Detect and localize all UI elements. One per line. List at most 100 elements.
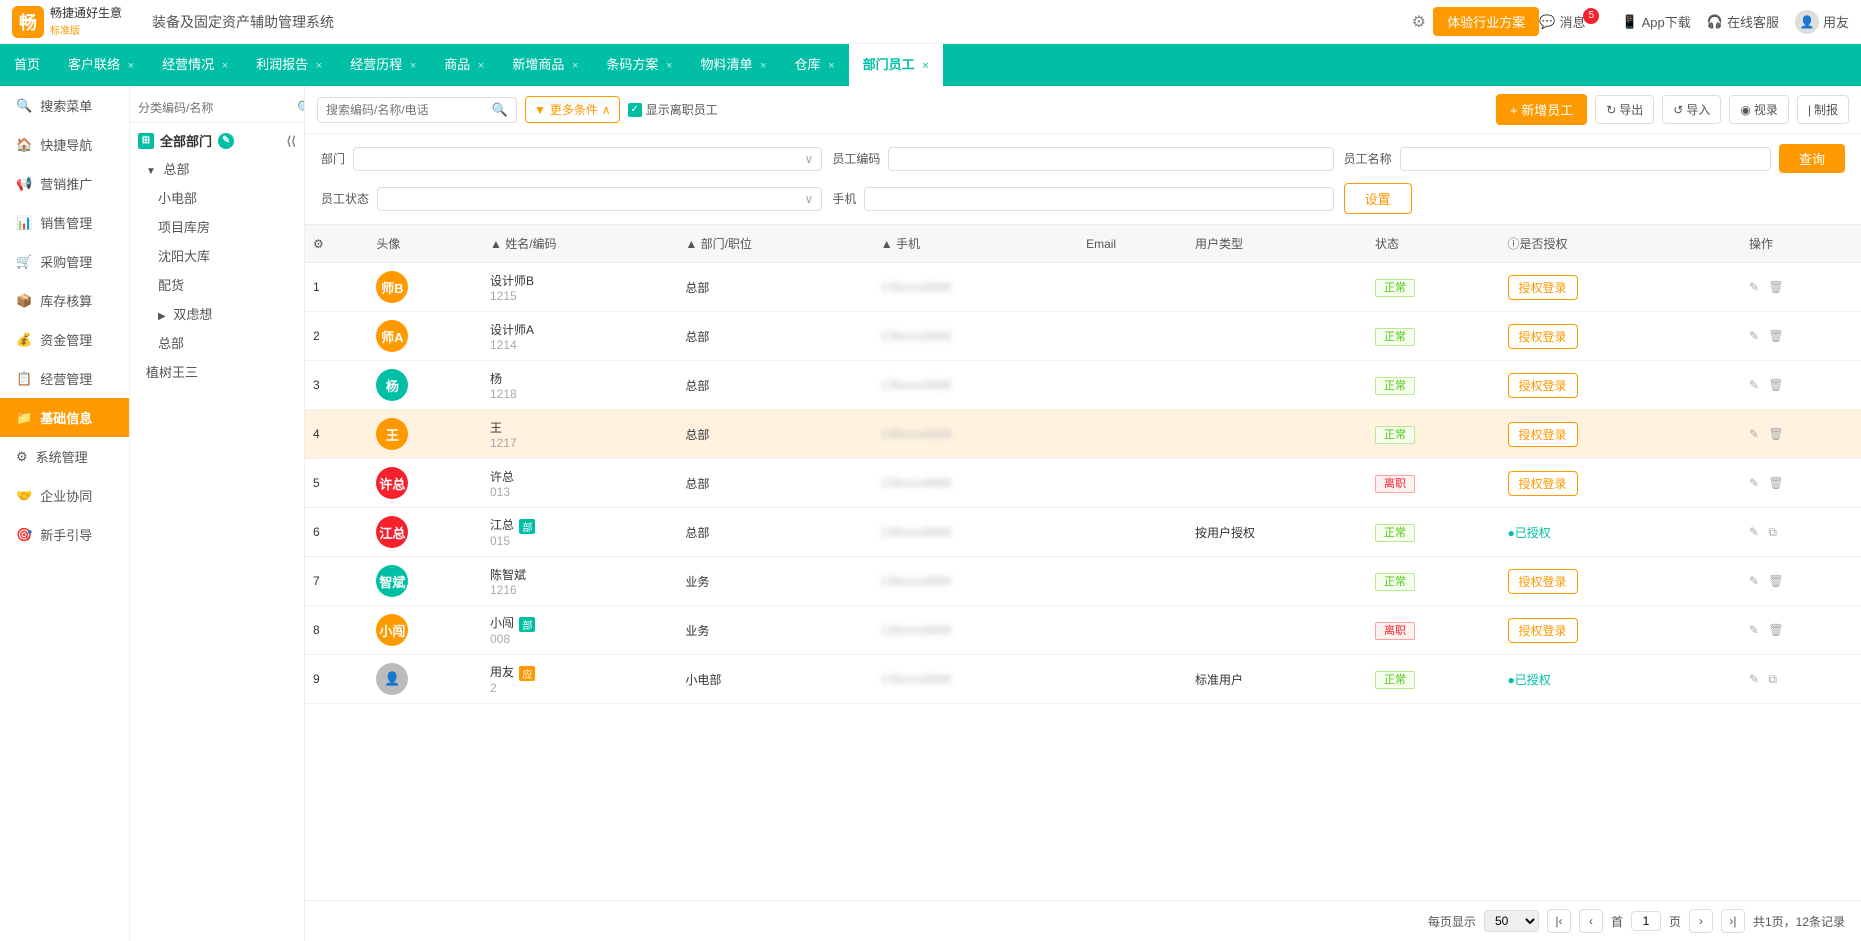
sidebar-item-system[interactable]: ⚙ 系统管理 — [0, 437, 129, 476]
close-icon[interactable]: × — [410, 60, 416, 72]
prev-page-button[interactable]: ‹ — [1579, 909, 1603, 933]
nav-item-operation[interactable]: 经营情况 × — [148, 44, 242, 86]
query-button[interactable]: 查询 — [1779, 144, 1845, 173]
dept-item-small-elec[interactable]: 小电部 — [130, 183, 304, 212]
th-name[interactable]: ▲ 姓名/编码 — [482, 225, 677, 263]
nav-item-barcode[interactable]: 条码方案 × — [592, 44, 686, 86]
status-filter-input[interactable]: ∨ — [377, 187, 822, 211]
more-filter-button[interactable]: ▼ 更多条件 ∧ — [525, 96, 620, 123]
dept-search-input[interactable] — [138, 101, 293, 115]
auth-button[interactable]: 授权登录 — [1508, 373, 1578, 398]
delete-icon[interactable]: 🗑 — [1768, 574, 1783, 588]
delete-icon[interactable]: 🗑 — [1768, 623, 1783, 637]
copy-icon[interactable]: ⧉ — [1768, 525, 1777, 539]
search-box[interactable]: 🔍 — [317, 97, 517, 123]
dept-filter-input[interactable]: ∨ — [353, 147, 822, 171]
edit-icon[interactable]: ✎ — [1749, 329, 1759, 343]
edit-icon[interactable]: ✎ — [1749, 378, 1759, 392]
auth-button[interactable]: 授权登录 — [1508, 422, 1578, 447]
edit-icon[interactable]: ✎ — [1749, 623, 1759, 637]
edit-icon[interactable]: ✎ — [1749, 574, 1759, 588]
sidebar-item-sales[interactable]: 📊 销售管理 — [0, 203, 129, 242]
page-size-select[interactable]: 50 100 — [1484, 910, 1539, 932]
close-icon[interactable]: × — [828, 60, 834, 72]
delete-icon[interactable]: 🗑 — [1768, 280, 1783, 294]
delete-icon[interactable]: 🗑 — [1768, 378, 1783, 392]
auth-button[interactable]: 授权登录 — [1508, 471, 1578, 496]
sidebar-item-marketing[interactable]: 📢 营销推广 — [0, 164, 129, 203]
close-icon[interactable]: × — [666, 60, 672, 72]
close-icon[interactable]: × — [572, 60, 578, 72]
dept-item-project-warehouse[interactable]: 项目库房 — [130, 212, 304, 241]
phone-filter-input[interactable] — [864, 187, 1333, 211]
th-dept[interactable]: ▲ 部门/职位 — [677, 225, 872, 263]
reset-button[interactable]: 设置 — [1344, 183, 1412, 214]
view-button[interactable]: ◉ 视录 — [1729, 95, 1789, 124]
sidebar-item-basic[interactable]: 📁 基础信息 — [0, 398, 129, 437]
import-button[interactable]: ↺ 导入 — [1662, 95, 1721, 124]
nav-item-customer[interactable]: 客户联络 × — [54, 44, 148, 86]
close-icon[interactable]: × — [760, 60, 766, 72]
edit-icon[interactable]: ✎ — [1749, 280, 1759, 294]
dept-item-headquarters[interactable]: ▼ 总部 — [130, 154, 304, 183]
show-offline-checkbox[interactable]: ✓ 显示离职员工 — [628, 101, 718, 118]
nav-item-warehouse[interactable]: 仓库 × — [781, 44, 849, 86]
empname-filter-input[interactable] — [1400, 147, 1771, 171]
close-icon[interactable]: × — [922, 60, 928, 72]
auth-button[interactable]: 授权登录 — [1508, 275, 1578, 300]
nav-item-employee[interactable]: 部门员工 × — [849, 44, 943, 86]
first-page-button[interactable]: |‹ — [1547, 909, 1571, 933]
sidebar-item-nav[interactable]: 🏠 快捷导航 — [0, 125, 129, 164]
dept-item-distribution[interactable]: 配货 — [130, 270, 304, 299]
user-button[interactable]: 👤 用友 — [1795, 10, 1849, 34]
copy-icon[interactable]: ⧉ — [1768, 672, 1777, 686]
gear-icon[interactable]: ⚙ — [1412, 12, 1426, 32]
trial-button[interactable]: 体验行业方案 — [1433, 7, 1539, 36]
close-icon[interactable]: × — [478, 60, 484, 72]
nav-item-profit[interactable]: 利润报告 × — [242, 44, 336, 86]
edit-icon[interactable]: ✎ — [1749, 427, 1759, 441]
delete-icon[interactable]: 🗑 — [1768, 427, 1783, 441]
search-input[interactable] — [326, 103, 488, 117]
close-icon[interactable]: × — [222, 60, 228, 72]
app-download-button[interactable]: 📱 App下载 — [1621, 12, 1690, 31]
edit-icon[interactable]: ✎ — [1749, 525, 1759, 539]
message-button[interactable]: 💬 消息 5 — [1539, 12, 1605, 31]
page-number-input[interactable] — [1631, 911, 1661, 931]
nav-item-home[interactable]: 首页 — [0, 44, 54, 86]
sidebar-item-purchase[interactable]: 🛒 采购管理 — [0, 242, 129, 281]
edit-icon[interactable]: ✎ — [1749, 672, 1759, 686]
nav-item-goods[interactable]: 商品 × — [430, 44, 498, 86]
sidebar-item-collab[interactable]: 🤝 企业协同 — [0, 476, 129, 515]
nav-item-bom[interactable]: 物料清单 × — [686, 44, 780, 86]
sidebar-item-guide[interactable]: 🎯 新手引导 — [0, 515, 129, 554]
nav-item-addgoods[interactable]: 新增商品 × — [498, 44, 592, 86]
nav-item-bizhistory[interactable]: 经营历程 × — [336, 44, 430, 86]
sidebar-item-search[interactable]: 🔍 搜索菜单 — [0, 86, 129, 125]
sidebar-item-bizmanage[interactable]: 📋 经营管理 — [0, 359, 129, 398]
auth-button[interactable]: 授权登录 — [1508, 618, 1578, 643]
dept-search-box[interactable]: 🔍 — [130, 94, 304, 123]
sidebar-item-finance[interactable]: 💰 资金管理 — [0, 320, 129, 359]
dept-edit-icon[interactable]: ✎ — [218, 133, 234, 149]
dept-item-shuanglv[interactable]: ▶ 双虑想 — [130, 299, 304, 328]
th-phone[interactable]: ▲ 手机 — [873, 225, 1078, 263]
close-icon[interactable]: × — [128, 60, 134, 72]
edit-icon[interactable]: ✎ — [1749, 476, 1759, 490]
close-icon[interactable]: × — [316, 60, 322, 72]
empcode-filter-input[interactable] — [888, 147, 1333, 171]
last-page-button[interactable]: ›| — [1721, 909, 1745, 933]
dept-item-hq[interactable]: 总部 — [130, 328, 304, 357]
th-settings[interactable]: ⚙ — [305, 225, 368, 263]
delete-icon[interactable]: 🗑 — [1768, 476, 1783, 490]
auth-button[interactable]: 授权登录 — [1508, 569, 1578, 594]
dept-item-shenyang[interactable]: 沈阳大库 — [130, 241, 304, 270]
export-button[interactable]: ↻ 导出 — [1595, 95, 1654, 124]
print-button[interactable]: | 制报 — [1797, 95, 1849, 124]
delete-icon[interactable]: 🗑 — [1768, 329, 1783, 343]
collapse-button[interactable]: ⟨⟨ — [287, 134, 296, 148]
next-page-button[interactable]: › — [1689, 909, 1713, 933]
empcode-input[interactable] — [897, 152, 1324, 166]
phone-input[interactable] — [873, 192, 1324, 206]
dept-item-zhishu[interactable]: 植树王三 — [130, 357, 304, 386]
